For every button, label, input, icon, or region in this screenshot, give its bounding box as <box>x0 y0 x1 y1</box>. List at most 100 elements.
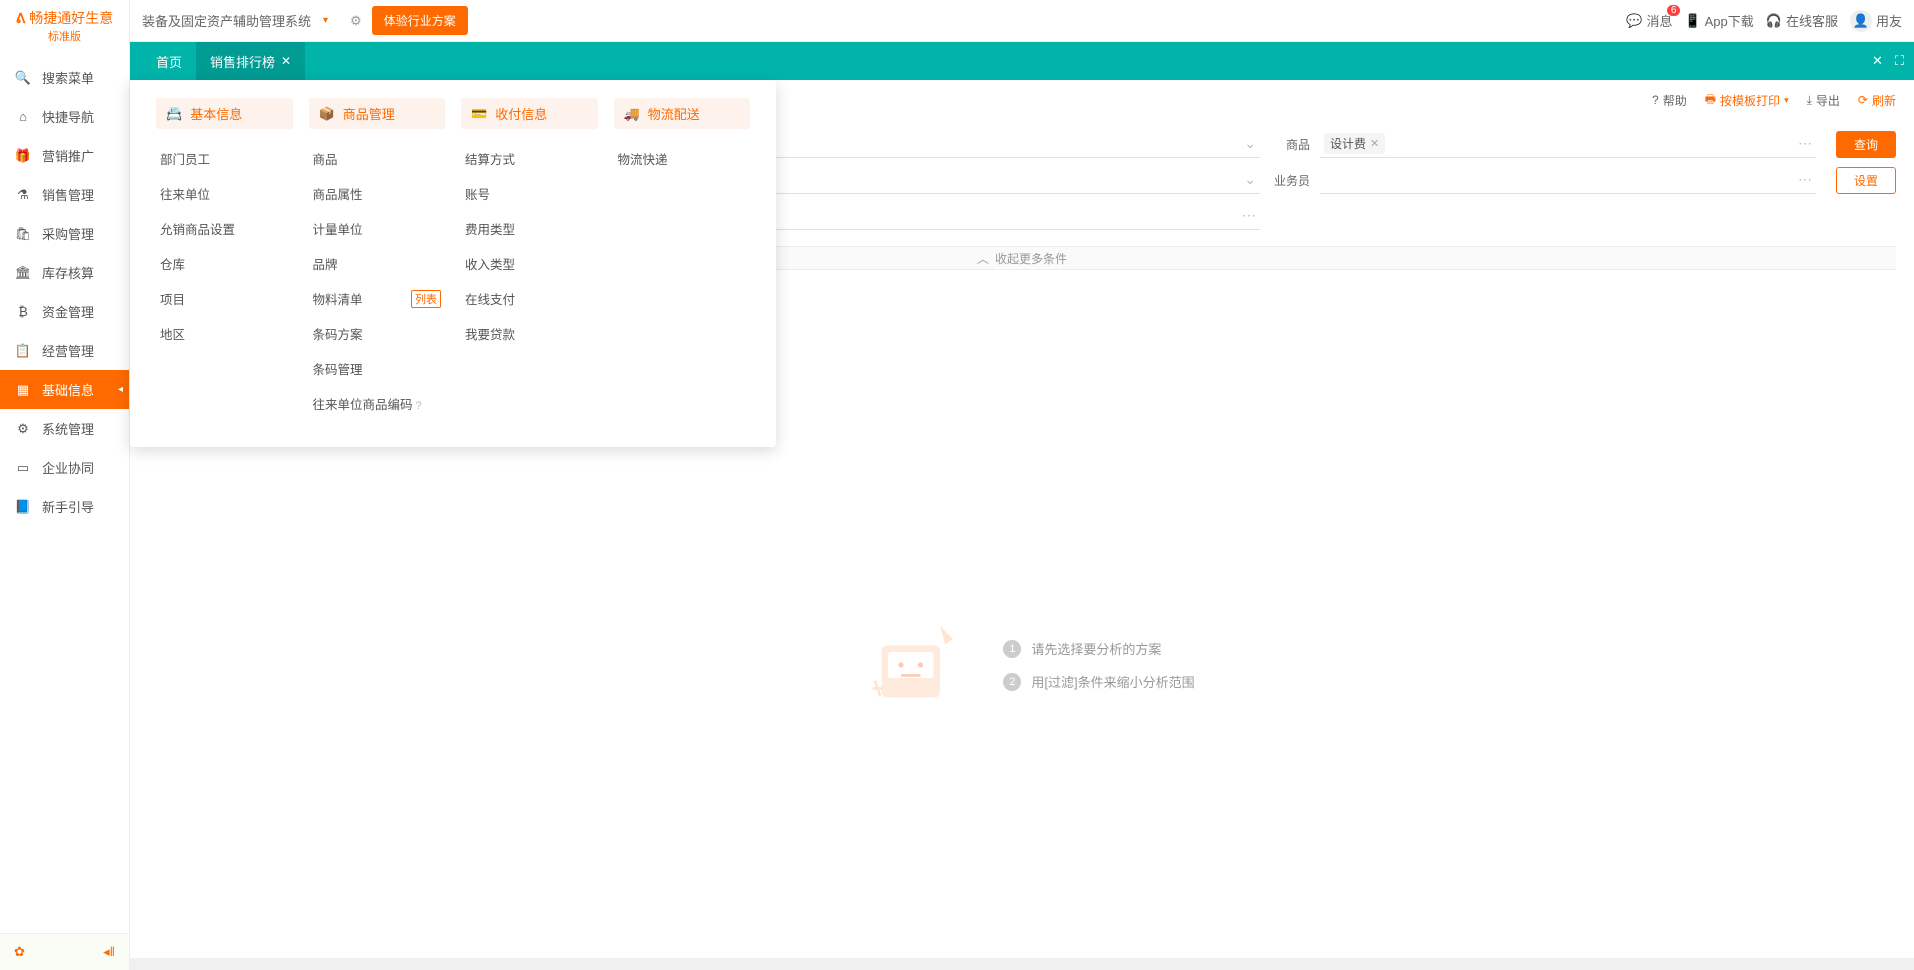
system-name: 装备及固定资产辅助管理系统 <box>142 11 311 30</box>
list-badge: 列表 <box>411 290 441 308</box>
sales-person-select[interactable]: ⋯ <box>1320 166 1816 194</box>
mega-item[interactable]: 物流快递 <box>614 141 751 176</box>
mega-item[interactable]: 物料清单列表 <box>309 281 446 316</box>
sidebar-item-2[interactable]: 🎁营销推广 <box>0 136 129 175</box>
cta-button[interactable]: 体验行业方案 <box>372 6 468 35</box>
mega-item[interactable]: 我要贷款 <box>461 316 598 351</box>
settings-gear-icon[interactable]: ✿ <box>14 944 25 960</box>
tab-sales-ranking[interactable]: 销售排行榜 ✕ <box>196 42 305 80</box>
messages-button[interactable]: 💬 消息 6 <box>1626 11 1672 30</box>
sidebar-item-3[interactable]: ⚗销售管理 <box>0 175 129 214</box>
chevron-down-icon: ⌄ <box>1244 135 1256 152</box>
extra-select[interactable]: ⋯ <box>764 202 1260 230</box>
nav-icon: ⌂ <box>14 108 32 126</box>
mega-item[interactable]: 部门员工 <box>156 141 293 176</box>
app-download-button[interactable]: 📱 App下载 <box>1684 11 1753 30</box>
gear-icon[interactable]: ⚙ <box>350 13 362 29</box>
more-icon[interactable]: ⋯ <box>1798 171 1812 188</box>
mega-item[interactable]: 计量单位 <box>309 211 446 246</box>
mega-item[interactable]: 费用类型 <box>461 211 598 246</box>
fullscreen-icon[interactable]: ⛶ <box>1895 53 1904 69</box>
collapse-sidebar-icon[interactable]: ◂‖ <box>103 944 115 960</box>
sidebar-item-11[interactable]: 📘新手引导 <box>0 487 129 526</box>
mega-header-1: 📦商品管理 <box>309 98 446 129</box>
remove-tag-icon[interactable]: ✕ <box>1370 137 1379 150</box>
mega-header-icon: 💳 <box>471 106 487 122</box>
support-button[interactable]: 🎧 在线客服 <box>1766 11 1838 30</box>
query-button[interactable]: 查询 <box>1836 131 1896 158</box>
refresh-button[interactable]: ⟳刷新 <box>1858 92 1896 109</box>
topbar: 装备及固定资产辅助管理系统 ▾ ⚙ 体验行业方案 💬 消息 6 📱 App下载 … <box>130 0 1914 42</box>
export-icon: ⤓ <box>1807 93 1812 108</box>
metric-select[interactable]: ⌄ <box>764 166 1260 194</box>
sidebar-item-1[interactable]: ⌂快捷导航 <box>0 97 129 136</box>
sidebar-item-6[interactable]: ₿资金管理 <box>0 292 129 331</box>
mega-item[interactable]: 条码管理 <box>309 351 446 386</box>
close-icon[interactable]: ✕ <box>281 54 291 68</box>
help-icon: ? <box>1652 93 1659 107</box>
brand-edition: 标准版 <box>10 28 119 44</box>
mega-header-icon: 🚚 <box>624 106 640 122</box>
empty-illustration <box>849 600 979 730</box>
arrow-right-icon: ◂ <box>118 384 123 395</box>
nav-icon: 🎁 <box>14 147 32 165</box>
export-button[interactable]: ⤓导出 <box>1807 92 1840 109</box>
mega-item[interactable]: 允销商品设置 <box>156 211 293 246</box>
mega-item[interactable]: 品牌 <box>309 246 446 281</box>
horizontal-scrollbar[interactable] <box>130 958 1914 970</box>
nav-icon: 🏛 <box>14 264 32 282</box>
sidebar-item-5[interactable]: 🏛库存核算 <box>0 253 129 292</box>
avatar-icon: 👤 <box>1850 10 1872 32</box>
download-icon: 📱 <box>1684 13 1700 29</box>
nav-icon: 🛍 <box>14 225 32 243</box>
sidebar-item-10[interactable]: ▭企业协同 <box>0 448 129 487</box>
mega-item[interactable]: 条码方案 <box>309 316 446 351</box>
user-menu[interactable]: 👤 用友 <box>1850 10 1902 32</box>
sidebar-item-0[interactable]: 🔍搜索菜单 <box>0 58 129 97</box>
mega-item[interactable]: 仓库 <box>156 246 293 281</box>
nav-icon: ▦ <box>14 381 32 399</box>
help-icon: ? <box>416 400 422 412</box>
field-label-product: 商品 <box>1260 136 1310 153</box>
hint-step-1: 1 请先选择要分析的方案 <box>1003 639 1194 658</box>
more-icon[interactable]: ⋯ <box>1242 207 1256 224</box>
tab-home[interactable]: 首页 <box>142 42 196 80</box>
step-number-2: 2 <box>1003 673 1021 691</box>
sidebar-item-4[interactable]: 🛍采购管理 <box>0 214 129 253</box>
template-print-button[interactable]: 🖶按模板打印▾ <box>1705 90 1789 111</box>
nav-icon: 📋 <box>14 342 32 360</box>
mega-item[interactable]: 往来单位 <box>156 176 293 211</box>
messages-icon: 💬 <box>1626 13 1642 29</box>
mega-item[interactable]: 结算方式 <box>461 141 598 176</box>
product-select[interactable]: 设计费✕ ⋯ <box>1320 130 1816 158</box>
nav-icon: ₿ <box>14 303 32 321</box>
nav-icon: 🔍 <box>14 69 32 87</box>
mega-item[interactable]: 收入类型 <box>461 246 598 281</box>
chevron-down-icon: ⌄ <box>1244 171 1256 188</box>
hint-step-2: 2 用[过滤]条件来缩小分析范围 <box>1003 672 1194 691</box>
sidebar-item-8[interactable]: ▦基础信息◂ <box>0 370 129 409</box>
sidebar: ᕕ 畅捷通好生意 标准版 🔍搜索菜单⌂快捷导航🎁营销推广⚗销售管理🛍采购管理🏛库… <box>0 0 130 970</box>
product-tag: 设计费✕ <box>1324 133 1385 154</box>
mega-header-icon: 📇 <box>166 106 182 122</box>
mega-item[interactable]: 项目 <box>156 281 293 316</box>
collapse-up-icon: ︿ <box>977 250 989 267</box>
step-number-1: 1 <box>1003 640 1021 658</box>
sidebar-item-7[interactable]: 📋经营管理 <box>0 331 129 370</box>
mega-item[interactable]: 商品 <box>309 141 446 176</box>
amount-select[interactable]: ⌄ <box>764 130 1260 158</box>
close-all-icon[interactable]: ✕ <box>1872 53 1883 69</box>
help-link[interactable]: ?帮助 <box>1652 92 1687 109</box>
sidebar-item-9[interactable]: ⚙系统管理 <box>0 409 129 448</box>
system-selector[interactable]: 装备及固定资产辅助管理系统 ▾ <box>142 11 340 30</box>
settings-button[interactable]: 设置 <box>1836 167 1896 194</box>
print-icon: 🖶 <box>1705 90 1716 111</box>
mega-item[interactable]: 地区 <box>156 316 293 351</box>
mega-item[interactable]: 商品属性 <box>309 176 446 211</box>
mega-item[interactable]: 往来单位商品编码? <box>309 386 446 421</box>
more-icon[interactable]: ⋯ <box>1798 135 1812 152</box>
mega-item[interactable]: 在线支付 <box>461 281 598 316</box>
sidebar-bottom: ✿ ◂‖ <box>0 933 129 970</box>
mega-item[interactable]: 账号 <box>461 176 598 211</box>
basic-info-mega-menu: 📇基本信息部门员工往来单位允销商品设置仓库项目地区📦商品管理商品商品属性计量单位… <box>130 80 776 447</box>
